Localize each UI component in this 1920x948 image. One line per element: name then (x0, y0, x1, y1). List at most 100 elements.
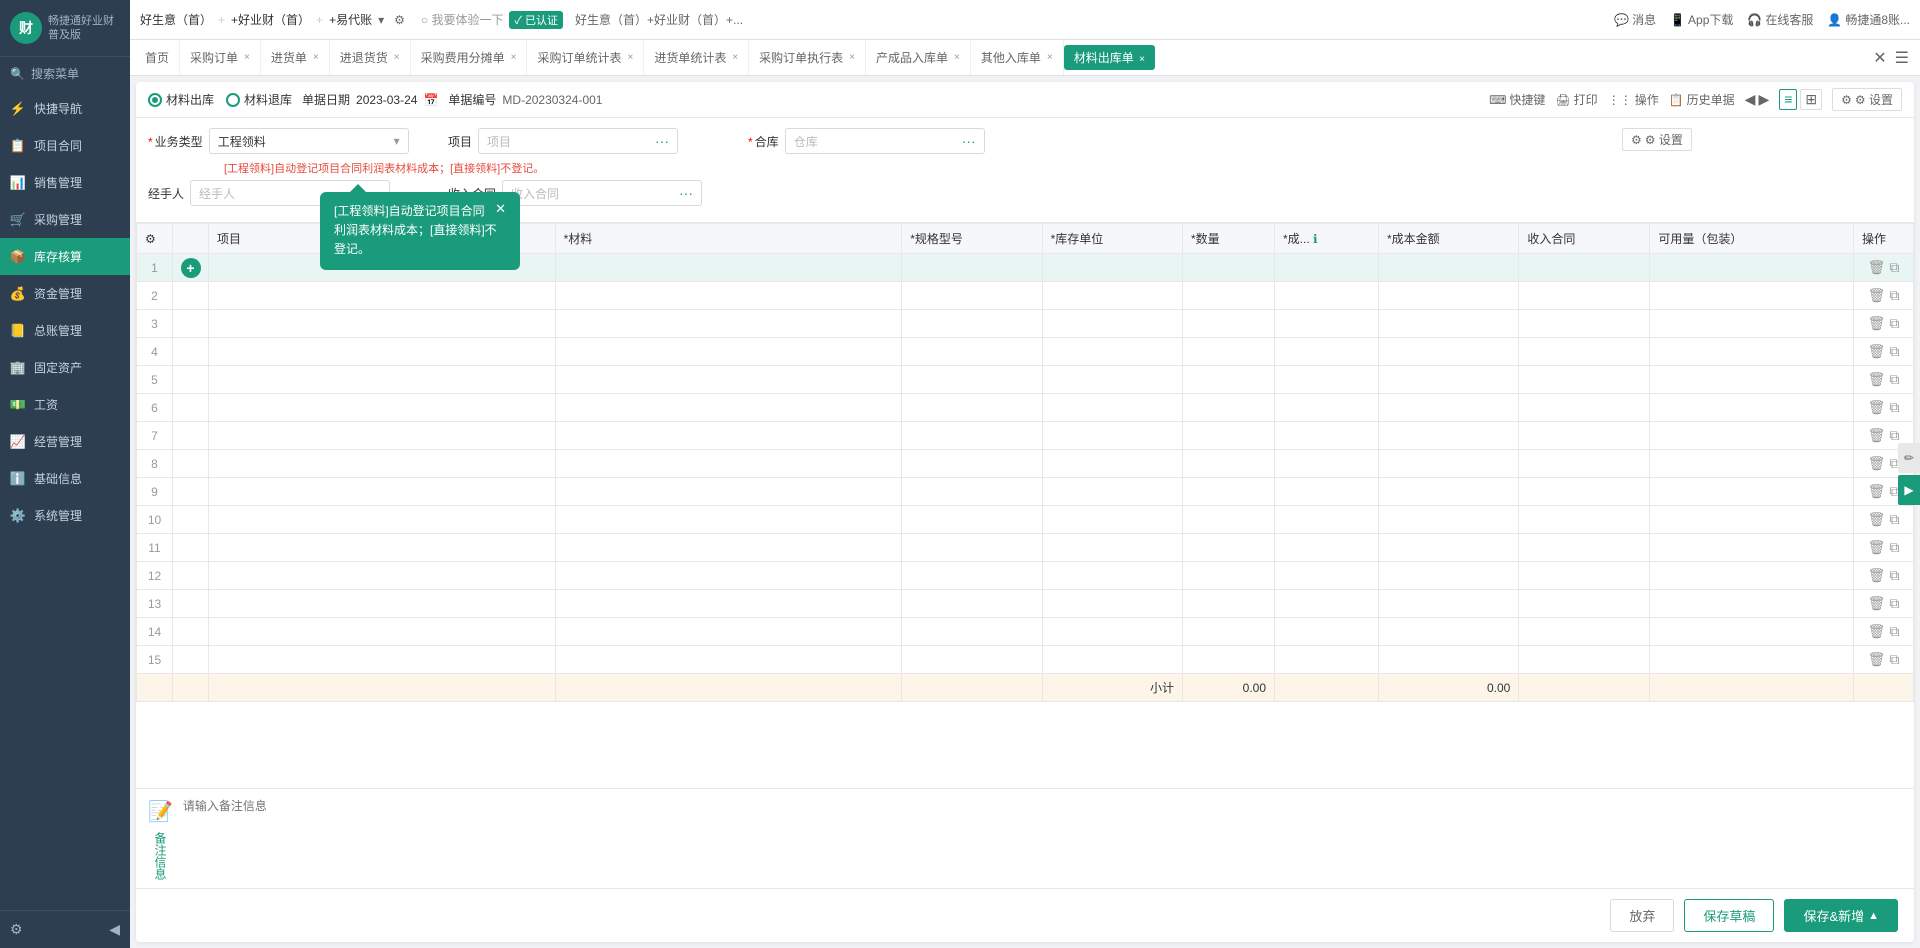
row-cost-amt-cell[interactable] (1378, 254, 1518, 282)
row-unit-cell[interactable] (1042, 534, 1182, 562)
row-material-cell[interactable] (555, 394, 902, 422)
row-unit-cell[interactable] (1042, 562, 1182, 590)
row-spec-cell[interactable] (902, 478, 1042, 506)
row-unit-cell[interactable] (1042, 506, 1182, 534)
radio-material-return[interactable]: 材料退库 (226, 91, 292, 108)
row-cost-cell[interactable] (1275, 366, 1379, 394)
row-income-cell[interactable] (1519, 338, 1650, 366)
row-qty-cell[interactable] (1182, 310, 1274, 338)
row-cost-cell[interactable] (1275, 282, 1379, 310)
row-project-cell[interactable] (209, 310, 556, 338)
row-unit-cell[interactable] (1042, 338, 1182, 366)
row-project-cell[interactable] (209, 422, 556, 450)
tab-goods-return[interactable]: 进退货货 × (330, 40, 411, 76)
income-contract-select[interactable]: 收入合同 ··· (502, 180, 702, 206)
sidebar-item-ledger[interactable]: 📒 总账管理 (0, 312, 130, 349)
row-qty-cell[interactable] (1182, 394, 1274, 422)
row-cost-amt-cell[interactable] (1378, 506, 1518, 534)
row-cost-cell[interactable] (1275, 618, 1379, 646)
row-qty-cell[interactable] (1182, 422, 1274, 450)
row-income-cell[interactable] (1519, 282, 1650, 310)
grid-view-btn[interactable]: ⊞ (1800, 89, 1822, 110)
row-cost-cell[interactable] (1275, 394, 1379, 422)
row-unit-cell[interactable] (1042, 394, 1182, 422)
copy-row-btn[interactable]: ⧉ (1889, 343, 1899, 360)
sidebar-item-sales[interactable]: 📊 销售管理 (0, 164, 130, 201)
row-cost-cell[interactable] (1275, 646, 1379, 674)
side-panel-edit-btn[interactable]: ✏ (1898, 443, 1920, 473)
easy-agent-link[interactable]: +易代账 (329, 11, 372, 28)
tab-close-icon[interactable]: × (954, 52, 960, 63)
project-dots-btn[interactable]: ··· (655, 133, 669, 149)
info-icon[interactable]: ℹ (1313, 232, 1318, 246)
row-cost-amt-cell[interactable] (1378, 618, 1518, 646)
row-spec-cell[interactable] (902, 338, 1042, 366)
row-qty-cell[interactable] (1182, 282, 1274, 310)
row-project-cell[interactable] (209, 338, 556, 366)
row-unit-cell[interactable] (1042, 366, 1182, 394)
operations-btn[interactable]: ⋮⋮ 操作 (1608, 91, 1659, 108)
row-cost-cell[interactable] (1275, 422, 1379, 450)
delete-row-btn[interactable]: 🗑 (1868, 567, 1886, 584)
tab-close-icon[interactable]: × (732, 52, 738, 63)
row-spec-cell[interactable] (902, 254, 1042, 282)
row-cost-amt-cell[interactable] (1378, 394, 1518, 422)
tab-other-receipt[interactable]: 其他入库单 × (971, 40, 1064, 76)
row-project-cell[interactable] (209, 478, 556, 506)
row-unit-cell[interactable] (1042, 450, 1182, 478)
row-material-cell[interactable] (555, 562, 902, 590)
row-qty-cell[interactable] (1182, 478, 1274, 506)
row-spec-cell[interactable] (902, 282, 1042, 310)
side-panel-active-btn[interactable]: ▶ (1898, 475, 1920, 505)
row-unit-cell[interactable] (1042, 282, 1182, 310)
quick-key-btn[interactable]: ⌨ 快捷键 (1489, 91, 1545, 108)
row-cost-amt-cell[interactable] (1378, 534, 1518, 562)
row-unit-cell[interactable] (1042, 590, 1182, 618)
row-cost-cell[interactable] (1275, 310, 1379, 338)
row-project-cell[interactable] (209, 618, 556, 646)
row-cost-cell[interactable] (1275, 590, 1379, 618)
row-material-cell[interactable] (555, 534, 902, 562)
sidebar-item-purchase[interactable]: 🛒 采购管理 (0, 201, 130, 238)
row-cost-amt-cell[interactable] (1378, 338, 1518, 366)
copy-row-btn[interactable]: ⧉ (1889, 595, 1899, 612)
row-project-cell[interactable] (209, 394, 556, 422)
prev-doc-btn[interactable]: ◀ (1745, 91, 1756, 108)
row-income-cell[interactable] (1519, 590, 1650, 618)
delete-row-btn[interactable]: 🗑 (1868, 399, 1886, 416)
tooltip-close-btn[interactable]: ✕ (495, 202, 506, 215)
tab-close-icon[interactable]: × (394, 52, 400, 63)
tab-goods-receipt[interactable]: 进货单 × (261, 40, 330, 76)
row-unit-cell[interactable] (1042, 646, 1182, 674)
row-spec-cell[interactable] (902, 618, 1042, 646)
user-avatar[interactable]: 👤 畅捷通8账... (1827, 11, 1910, 28)
tab-purchase-stats[interactable]: 采购订单统计表 × (527, 40, 644, 76)
row-project-cell[interactable] (209, 562, 556, 590)
row-project-cell[interactable] (209, 590, 556, 618)
row-cost-amt-cell[interactable] (1378, 478, 1518, 506)
discard-button[interactable]: 放弃 (1610, 899, 1674, 932)
row-income-cell[interactable] (1519, 618, 1650, 646)
row-qty-cell[interactable] (1182, 590, 1274, 618)
delete-row-btn[interactable]: 🗑 (1868, 623, 1886, 640)
topbar-more-btn[interactable]: ▾ (378, 13, 384, 27)
row-cost-amt-cell[interactable] (1378, 646, 1518, 674)
online-service-btn[interactable]: 🎧 在线客服 (1747, 11, 1813, 28)
row-spec-cell[interactable] (902, 366, 1042, 394)
next-doc-btn[interactable]: ▶ (1758, 91, 1769, 108)
row-income-cell[interactable] (1519, 450, 1650, 478)
row-material-cell[interactable] (555, 646, 902, 674)
row-material-cell[interactable] (555, 282, 902, 310)
row-qty-cell[interactable] (1182, 534, 1274, 562)
delete-row-btn[interactable]: 🗑 (1868, 511, 1886, 528)
sidebar-item-finance[interactable]: 💰 资金管理 (0, 275, 130, 312)
row-material-cell[interactable] (555, 506, 902, 534)
row-cost-cell[interactable] (1275, 506, 1379, 534)
sidebar-item-system[interactable]: ⚙️ 系统管理 (0, 497, 130, 534)
row-income-cell[interactable] (1519, 366, 1650, 394)
tab-close-icon[interactable]: × (627, 52, 633, 63)
row-spec-cell[interactable] (902, 422, 1042, 450)
row-cost-amt-cell[interactable] (1378, 366, 1518, 394)
row-spec-cell[interactable] (902, 310, 1042, 338)
row-income-cell[interactable] (1519, 422, 1650, 450)
